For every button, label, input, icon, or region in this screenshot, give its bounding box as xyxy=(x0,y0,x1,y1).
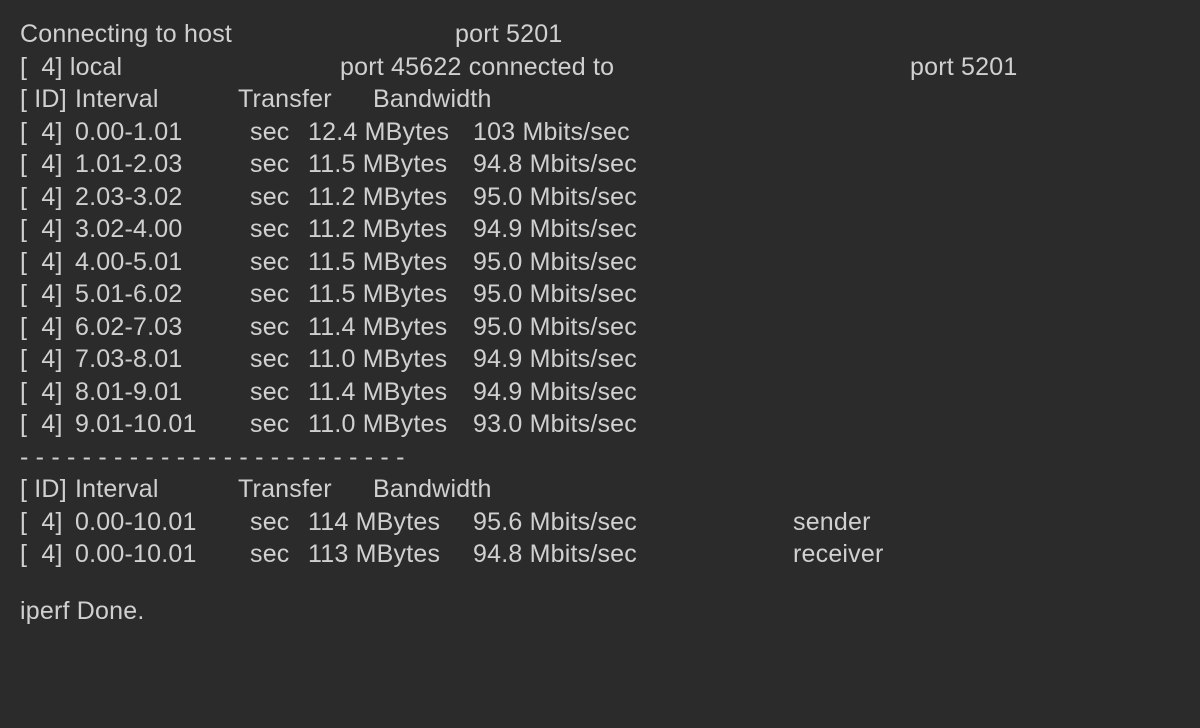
table-row: [ 4]8.01-9.01sec11.4 MBytes94.9 Mbits/se… xyxy=(20,376,1180,409)
done-line: iperf Done. xyxy=(20,595,1180,628)
table-row: [ 4]3.02-4.00sec11.2 MBytes94.9 Mbits/se… xyxy=(20,213,1180,246)
row-interval: 0.00-10.01 xyxy=(75,506,250,539)
table-row: [ 4]9.01-10.01sec11.0 MBytes93.0 Mbits/s… xyxy=(20,408,1180,441)
row-id: [ 4] xyxy=(20,148,75,181)
row-transfer: 11.5 MBytes xyxy=(308,246,473,279)
row-transfer: 11.0 MBytes xyxy=(308,343,473,376)
row-bandwidth: 103 Mbits/sec xyxy=(473,116,673,149)
table-row: [ 4]5.01-6.02sec11.5 MBytes95.0 Mbits/se… xyxy=(20,278,1180,311)
row-id: [ 4] xyxy=(20,116,75,149)
row-interval: 0.00-10.01 xyxy=(75,538,250,571)
table-row: [ 4]0.00-10.01sec113 MBytes94.8 Mbits/se… xyxy=(20,538,1180,571)
col-transfer: Transfer xyxy=(238,473,373,506)
local-port: port 45622 connected to xyxy=(340,51,910,84)
row-interval: 3.02-4.00 xyxy=(75,213,250,246)
row-bandwidth: 94.9 Mbits/sec xyxy=(473,343,673,376)
table-row: [ 4]1.01-2.03sec11.5 MBytes94.8 Mbits/se… xyxy=(20,148,1180,181)
row-bandwidth: 93.0 Mbits/sec xyxy=(473,408,673,441)
row-unit: sec xyxy=(250,343,308,376)
row-id: [ 4] xyxy=(20,181,75,214)
table-row: [ 4]7.03-8.01sec11.0 MBytes94.9 Mbits/se… xyxy=(20,343,1180,376)
row-id: [ 4] xyxy=(20,506,75,539)
connecting-prefix: Connecting to host xyxy=(20,18,455,51)
row-bandwidth: 94.9 Mbits/sec xyxy=(473,213,673,246)
separator-text: - - - - - - - - - - - - - - - - - - - - … xyxy=(20,441,405,474)
row-id: [ 4] xyxy=(20,213,75,246)
row-interval: 9.01-10.01 xyxy=(75,408,250,441)
col-interval: Interval xyxy=(75,473,238,506)
remote-port: port 5201 xyxy=(910,51,1017,84)
row-bandwidth: 94.8 Mbits/sec xyxy=(473,538,673,571)
row-interval: 6.02-7.03 xyxy=(75,311,250,344)
row-interval: 5.01-6.02 xyxy=(75,278,250,311)
row-unit: sec xyxy=(250,538,308,571)
col-bandwidth: Bandwidth xyxy=(373,473,492,506)
summary-header: [ ID] Interval Transfer Bandwidth xyxy=(20,473,1180,506)
row-unit: sec xyxy=(250,246,308,279)
row-role: sender xyxy=(673,506,871,539)
row-unit: sec xyxy=(250,116,308,149)
col-id: [ ID] xyxy=(20,473,75,506)
row-transfer: 11.0 MBytes xyxy=(308,408,473,441)
row-unit: sec xyxy=(250,408,308,441)
row-unit: sec xyxy=(250,181,308,214)
local-prefix: [ 4] local xyxy=(20,51,340,84)
row-bandwidth: 94.9 Mbits/sec xyxy=(473,376,673,409)
row-transfer: 12.4 MBytes xyxy=(308,116,473,149)
row-transfer: 113 MBytes xyxy=(308,538,473,571)
interval-rows: [ 4]0.00-1.01sec12.4 MBytes103 Mbits/sec… xyxy=(20,116,1180,441)
table-row: [ 4]0.00-1.01sec12.4 MBytes103 Mbits/sec xyxy=(20,116,1180,149)
table-row: [ 4]4.00-5.01sec11.5 MBytes95.0 Mbits/se… xyxy=(20,246,1180,279)
row-bandwidth: 95.0 Mbits/sec xyxy=(473,311,673,344)
column-header: [ ID] Interval Transfer Bandwidth xyxy=(20,83,1180,116)
row-transfer: 11.2 MBytes xyxy=(308,181,473,214)
row-transfer: 11.4 MBytes xyxy=(308,311,473,344)
connecting-line: Connecting to host port 5201 xyxy=(20,18,1180,51)
row-id: [ 4] xyxy=(20,376,75,409)
row-interval: 7.03-8.01 xyxy=(75,343,250,376)
table-row: [ 4]2.03-3.02sec11.2 MBytes95.0 Mbits/se… xyxy=(20,181,1180,214)
row-bandwidth: 94.8 Mbits/sec xyxy=(473,148,673,181)
connecting-port: port 5201 xyxy=(455,18,562,51)
local-line: [ 4] local port 45622 connected to port … xyxy=(20,51,1180,84)
row-unit: sec xyxy=(250,311,308,344)
row-bandwidth: 95.0 Mbits/sec xyxy=(473,278,673,311)
row-unit: sec xyxy=(250,213,308,246)
row-id: [ 4] xyxy=(20,311,75,344)
row-transfer: 114 MBytes xyxy=(308,506,473,539)
row-bandwidth: 95.0 Mbits/sec xyxy=(473,246,673,279)
row-transfer: 11.5 MBytes xyxy=(308,278,473,311)
col-transfer: Transfer xyxy=(238,83,373,116)
row-transfer: 11.2 MBytes xyxy=(308,213,473,246)
row-id: [ 4] xyxy=(20,408,75,441)
row-unit: sec xyxy=(250,278,308,311)
col-interval: Interval xyxy=(75,83,238,116)
done-text: iperf Done. xyxy=(20,595,145,628)
row-interval: 0.00-1.01 xyxy=(75,116,250,149)
row-unit: sec xyxy=(250,376,308,409)
row-interval: 8.01-9.01 xyxy=(75,376,250,409)
table-row: [ 4]6.02-7.03sec11.4 MBytes95.0 Mbits/se… xyxy=(20,311,1180,344)
row-interval: 4.00-5.01 xyxy=(75,246,250,279)
row-role: receiver xyxy=(673,538,884,571)
col-bandwidth: Bandwidth xyxy=(373,83,492,116)
row-interval: 1.01-2.03 xyxy=(75,148,250,181)
summary-rows: [ 4]0.00-10.01sec114 MBytes95.6 Mbits/se… xyxy=(20,506,1180,571)
separator-line: - - - - - - - - - - - - - - - - - - - - … xyxy=(20,441,1180,474)
row-bandwidth: 95.6 Mbits/sec xyxy=(473,506,673,539)
row-transfer: 11.5 MBytes xyxy=(308,148,473,181)
row-id: [ 4] xyxy=(20,343,75,376)
row-id: [ 4] xyxy=(20,278,75,311)
row-interval: 2.03-3.02 xyxy=(75,181,250,214)
row-id: [ 4] xyxy=(20,246,75,279)
row-transfer: 11.4 MBytes xyxy=(308,376,473,409)
row-unit: sec xyxy=(250,148,308,181)
row-id: [ 4] xyxy=(20,538,75,571)
table-row: [ 4]0.00-10.01sec114 MBytes95.6 Mbits/se… xyxy=(20,506,1180,539)
col-id: [ ID] xyxy=(20,83,75,116)
row-unit: sec xyxy=(250,506,308,539)
row-bandwidth: 95.0 Mbits/sec xyxy=(473,181,673,214)
